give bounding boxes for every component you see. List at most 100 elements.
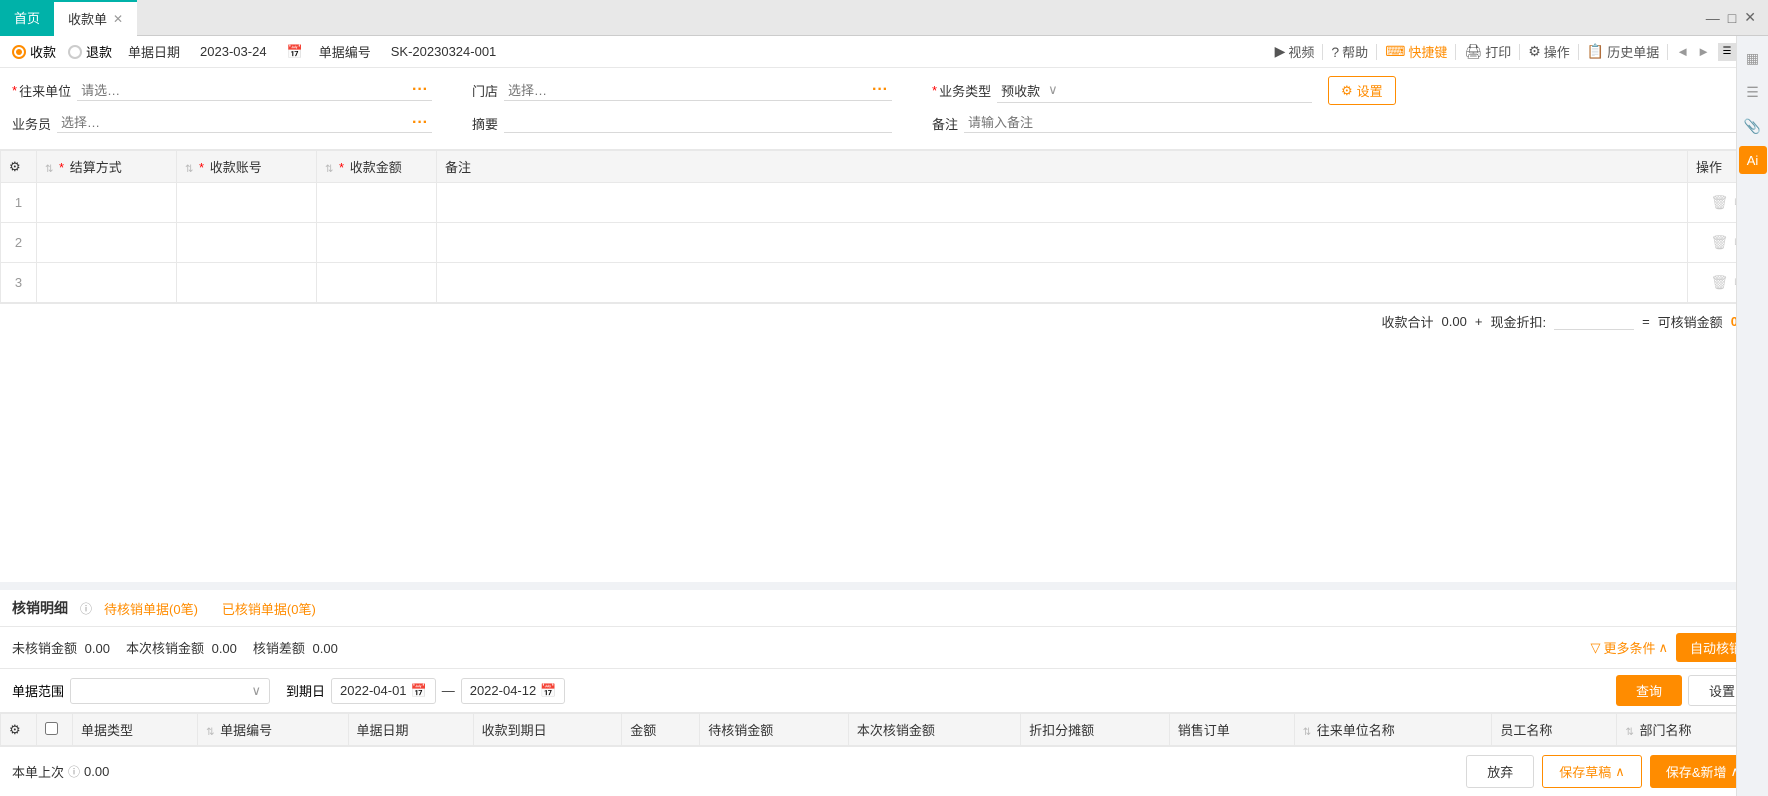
shop-field: 门店 ··· [472, 81, 892, 101]
shortcut-btn[interactable]: ⌨ 快捷键 [1385, 42, 1447, 61]
summary-input-wrapper [504, 113, 892, 133]
shortcut-label: 快捷键 [1408, 42, 1447, 61]
tab-close-icon[interactable]: ✕ [113, 12, 123, 26]
equals-sign: = [1642, 314, 1650, 329]
nav-left-btn[interactable]: ◄ [1676, 44, 1689, 59]
writeoff-info-icon[interactable]: ⓘ [80, 600, 92, 617]
due-date-field: 到期日 2022-04-01 📅 — 2022-04-12 📅 [286, 678, 565, 704]
th-settings[interactable]: ⚙ [1, 151, 37, 183]
remark-input[interactable] [964, 113, 1756, 132]
footer-info-icon[interactable]: ⓘ [68, 763, 80, 780]
sidebar-table-icon[interactable]: ▦ [1739, 44, 1767, 72]
settlement-cell-3[interactable] [37, 263, 177, 303]
amount-cell-3[interactable] [317, 263, 437, 303]
delete-icon-3[interactable]: 🗑 [1711, 274, 1729, 291]
due-date-start-input[interactable]: 2022-04-01 📅 [331, 678, 436, 704]
summary-label: 摘要 [472, 114, 504, 133]
sidebar-ai-icon[interactable]: Ai [1739, 146, 1767, 174]
this-session-value: 0.00 [84, 764, 109, 779]
pending-tab-link[interactable]: 待核销单据(0笔) [104, 599, 198, 618]
account-cell-1[interactable] [177, 183, 317, 223]
amount-cell-1[interactable] [317, 183, 437, 223]
help-btn[interactable]: ? 帮助 [1331, 42, 1368, 61]
print-btn[interactable]: 🖨 打印 [1464, 42, 1511, 61]
business-type-select[interactable]: 预收款 ∨ [997, 79, 1312, 103]
delete-icon-2[interactable]: 🗑 [1711, 234, 1729, 251]
bth-settings[interactable]: ⚙ [1, 714, 37, 746]
bth-sales-order: 销售订单 [1169, 714, 1294, 746]
footer-actions: 放弃 保存草稿 ∧ 保存&新增 ∧ [1466, 755, 1756, 788]
select-all-checkbox[interactable] [45, 722, 58, 735]
calendar-icon[interactable]: 📅 [287, 44, 303, 60]
date-sep: — [442, 683, 455, 698]
current-stat: 本次核销金额 0.00 [126, 638, 237, 657]
minimize-icon[interactable]: — [1706, 10, 1720, 26]
bth-doc-date: 单据日期 [348, 714, 473, 746]
counterparty-more-btn[interactable]: ··· [408, 81, 432, 99]
operation-btn[interactable]: ⚙ 操作 [1528, 42, 1570, 61]
sidebar-clip-icon[interactable]: 📎 [1739, 112, 1767, 140]
more-conditions-btn[interactable]: ▽ 更多条件 ∧ [1590, 638, 1668, 657]
amount-cell-2[interactable] [317, 223, 437, 263]
receipt-table: ⚙ ⇅ * 结算方式 ⇅ * 收款账号 ⇅ * 收款金额 [0, 150, 1768, 303]
bth-partner-name: ⇅ 往来单位名称 [1294, 714, 1492, 746]
summary-input[interactable] [504, 113, 892, 132]
close-icon[interactable]: ✕ [1744, 9, 1756, 26]
salesperson-field: 业务员 ··· [12, 113, 432, 133]
settlement-cell-2[interactable] [37, 223, 177, 263]
delete-icon-1[interactable]: 🗑 [1711, 194, 1729, 211]
save-draft-arrow: ∧ [1615, 764, 1625, 780]
footer: 本单上次 ⓘ 0.00 放弃 保存草稿 ∧ 保存&新增 ∧ [0, 746, 1768, 796]
refund-radio-label: 退款 [86, 42, 112, 61]
writeoff-header-row: ⚙ 单据类型 ⇅ 单据编号 单据日期 收款到期日 金额 待核销金额 [1, 714, 1768, 746]
refund-radio[interactable]: 退款 [68, 42, 112, 61]
sort-settlement-icon: ⇅ [45, 164, 53, 175]
save-new-label: 保存&新增 [1666, 762, 1727, 781]
shop-input[interactable] [504, 81, 868, 100]
this-session-label: 本单上次 [12, 762, 64, 781]
video-icon: ▶ [1275, 43, 1286, 60]
calendar-end-icon[interactable]: 📅 [540, 683, 556, 699]
nav-right-btn[interactable]: ► [1697, 44, 1710, 59]
query-btn[interactable]: 查询 [1616, 675, 1682, 706]
due-date-end-input[interactable]: 2022-04-12 📅 [461, 678, 566, 704]
layout-list-icon[interactable]: ☰ [1718, 43, 1736, 61]
save-draft-btn[interactable]: 保存草稿 ∧ [1542, 755, 1642, 788]
diff-stat: 核销差额 0.00 [253, 638, 338, 657]
due-date-start-value: 2022-04-01 [340, 683, 407, 698]
divider4 [1519, 44, 1520, 60]
bth-checkbox[interactable] [37, 714, 73, 746]
table-header-row: ⚙ ⇅ * 结算方式 ⇅ * 收款账号 ⇅ * 收款金额 [1, 151, 1768, 183]
account-cell-2[interactable] [177, 223, 317, 263]
done-tab-link[interactable]: 已核销单据(0笔) [222, 599, 316, 618]
print-label: 打印 [1485, 42, 1511, 61]
salesperson-more-btn[interactable]: ··· [408, 114, 432, 132]
form-row-1: * 往来单位 ··· 门店 ··· * 业务类型 预收 [12, 76, 1756, 105]
remark-cell-3[interactable] [437, 263, 1688, 303]
range-select[interactable]: ∨ [70, 678, 270, 704]
remark-cell-1[interactable] [437, 183, 1688, 223]
remark-label: 备注 [932, 114, 964, 133]
receipt-radio[interactable]: 收款 [12, 42, 56, 61]
discard-btn[interactable]: 放弃 [1466, 755, 1534, 788]
maximize-icon[interactable]: □ [1728, 10, 1736, 26]
calendar-start-icon[interactable]: 📅 [411, 683, 427, 699]
settlement-cell-1[interactable] [37, 183, 177, 223]
toolbar-actions: ▶ 视频 ? 帮助 ⌨ 快捷键 🖨 打印 ⚙ 操作 [1275, 42, 1756, 61]
salesperson-input[interactable] [57, 113, 408, 132]
form-settings-btn[interactable]: ⚙ 设置 [1328, 76, 1396, 105]
tab-receipt[interactable]: 收款单 ✕ [54, 0, 137, 36]
account-cell-3[interactable] [177, 263, 317, 303]
tab-home[interactable]: 首页 [0, 0, 54, 36]
history-btn[interactable]: 📋 历史单据 [1587, 42, 1659, 61]
sidebar-list-icon[interactable]: ☰ [1739, 78, 1767, 106]
bth-amount: 金额 [622, 714, 700, 746]
remark-cell-2[interactable] [437, 223, 1688, 263]
sort-dept-icon: ⇅ [1625, 727, 1633, 738]
shop-more-btn[interactable]: ··· [868, 81, 892, 99]
discount-input[interactable] [1554, 314, 1634, 330]
video-btn[interactable]: ▶ 视频 [1275, 42, 1315, 61]
table-row: 1 🗑 ⧉ [1, 183, 1768, 223]
shop-input-wrapper: ··· [504, 81, 892, 101]
counterparty-input[interactable] [77, 81, 408, 100]
